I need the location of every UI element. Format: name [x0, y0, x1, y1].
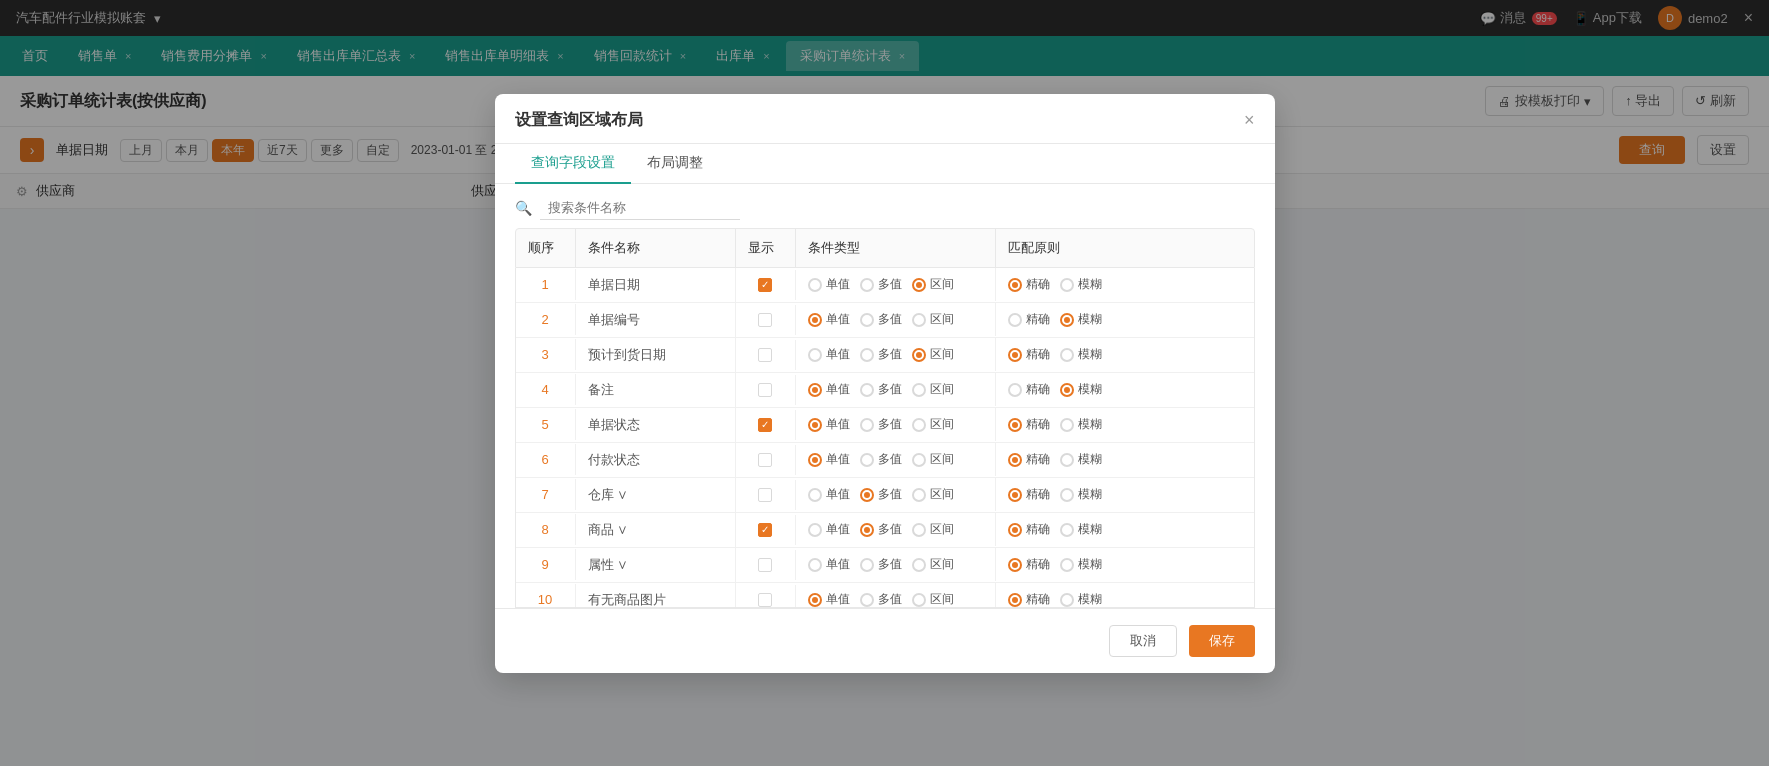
modal-close-button[interactable]: ×: [1244, 111, 1255, 129]
modal-header: 设置查询区域布局 ×: [495, 94, 1275, 144]
modal-title: 设置查询区域布局: [515, 110, 643, 131]
modal-tabs: 查询字段设置 布局调整: [495, 144, 1275, 184]
modal-search-icon: 🔍: [515, 200, 532, 210]
modal-search-input[interactable]: [540, 196, 740, 210]
modal-overlay: 设置查询区域布局 × 查询字段设置 布局调整 🔍 顺序 条件名称 显示 条件类型: [0, 0, 1769, 209]
modal-tab-layout-label: 布局调整: [647, 154, 703, 170]
modal-search-area: 🔍: [495, 184, 1275, 210]
modal-tab-query-fields-label: 查询字段设置: [531, 154, 615, 170]
modal-tab-layout[interactable]: 布局调整: [631, 144, 719, 184]
modal-tab-query-fields[interactable]: 查询字段设置: [515, 144, 631, 184]
settings-modal: 设置查询区域布局 × 查询字段设置 布局调整 🔍 顺序 条件名称 显示 条件类型: [495, 94, 1275, 210]
